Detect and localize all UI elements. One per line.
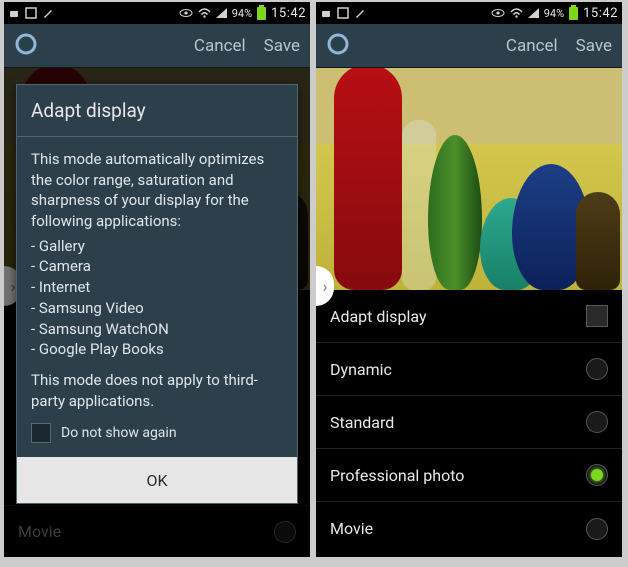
ok-button[interactable]: OK [17,457,297,503]
radio-control[interactable] [586,464,608,486]
dialog-intro-text: This mode automatically optimizes the co… [31,149,283,232]
screenshot-indicator-icon [337,7,349,19]
app-list-item: Google Play Books [31,339,283,360]
option-dynamic[interactable]: Dynamic [316,343,622,396]
settings-gear-icon[interactable] [326,32,350,60]
display-preview-image [316,68,622,290]
edit-pencil-icon [42,7,54,19]
wifi-icon [198,8,211,18]
app-list-item: Camera [31,256,283,277]
status-bar: 94% 15:42 [4,2,310,24]
do-not-show-label: Do not show again [61,425,177,441]
option-label: Adapt display [330,307,427,326]
signal-icon [528,8,539,18]
status-right-icons: 94% 15:42 [491,6,618,21]
wifi-icon [510,8,523,18]
app-list-item: Samsung WatchON [31,319,283,340]
smart-stay-eye-icon [179,8,193,18]
screenshot-indicator-icon [25,7,37,19]
status-left-icons [320,7,366,19]
app-header: Cancel Save [4,24,310,68]
settings-gear-icon[interactable] [14,32,38,60]
notification-generic-icon [8,7,20,19]
option-label: Standard [330,413,394,432]
battery-percent: 94% [544,7,564,20]
option-professional-photo[interactable]: Professional photo [316,449,622,502]
clock: 15:42 [271,6,306,21]
save-button[interactable]: Save [576,36,612,56]
radio-control[interactable] [586,358,608,380]
dialog-app-list: Gallery Camera Internet Samsung Video Sa… [31,236,283,360]
dialog-note-text: This mode does not apply to third-party … [31,370,283,411]
clock: 15:42 [583,6,618,21]
cancel-button[interactable]: Cancel [194,36,246,56]
adapt-display-dialog: Adapt display This mode automatically op… [16,84,298,504]
signal-icon [216,8,227,18]
notification-generic-icon [320,7,332,19]
option-adapt-display[interactable]: Adapt display [316,290,622,343]
status-right-icons: 94% 15:42 [179,6,306,21]
battery-icon [569,7,578,20]
app-list-item: Gallery [31,236,283,257]
option-movie[interactable]: Movie [316,502,622,555]
display-mode-options: Adapt display Dynamic Standard Professio… [316,290,622,557]
do-not-show-row[interactable]: Do not show again [17,415,297,457]
save-button[interactable]: Save [264,36,300,56]
phone-left: 94% 15:42 Cancel Save A Movie › Adapt di… [4,2,310,557]
edit-pencil-icon [354,7,366,19]
phone-right: 94% 15:42 Cancel Save Adapt display Dyna… [316,2,622,557]
cancel-button[interactable]: Cancel [506,36,558,56]
dialog-title: Adapt display [17,85,297,137]
radio-control[interactable] [586,518,608,540]
smart-stay-eye-icon [491,8,505,18]
option-label: Movie [330,519,373,538]
option-label: Professional photo [330,466,464,485]
battery-icon [257,7,266,20]
option-standard[interactable]: Standard [316,396,622,449]
radio-control[interactable] [586,411,608,433]
option-label: Dynamic [330,360,392,379]
status-left-icons [8,7,54,19]
checkbox-control[interactable] [586,305,608,327]
do-not-show-checkbox[interactable] [31,423,51,443]
battery-percent: 94% [232,7,252,20]
status-bar: 94% 15:42 [316,2,622,24]
app-header: Cancel Save [316,24,622,68]
app-list-item: Internet [31,277,283,298]
app-list-item: Samsung Video [31,298,283,319]
